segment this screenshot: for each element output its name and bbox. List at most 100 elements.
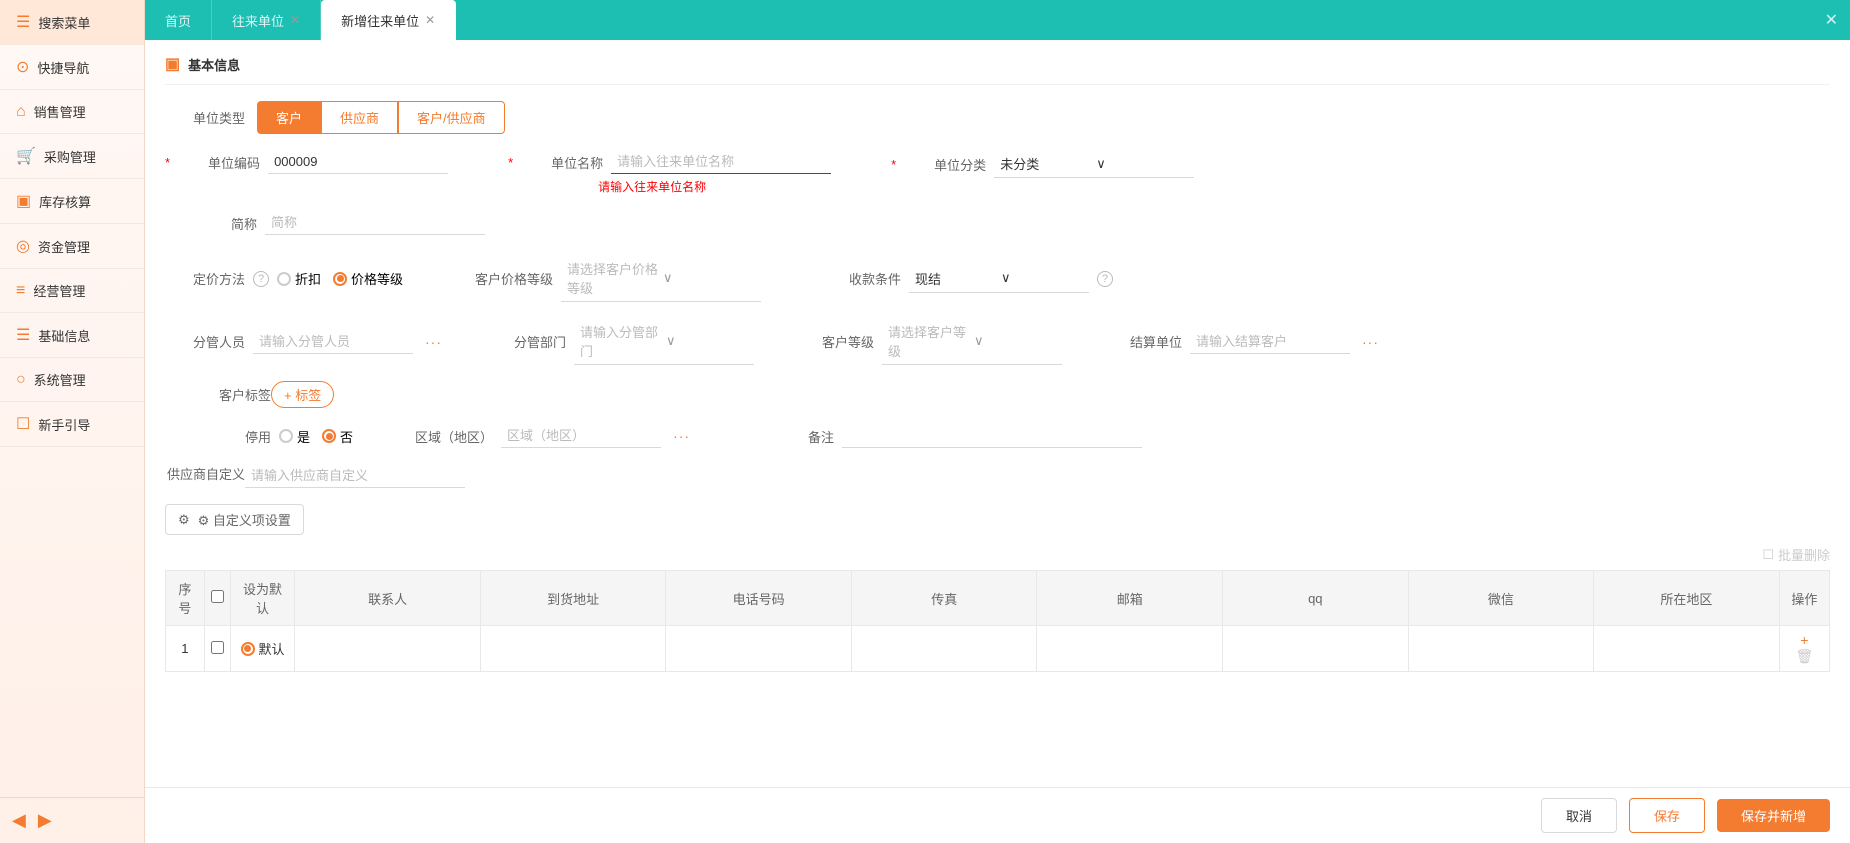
sidebar-item-basics[interactable]: ☰ 基础信息: [0, 313, 144, 358]
cancel-button[interactable]: 取消: [1541, 798, 1617, 833]
sidebar-collapse-icon[interactable]: ◀: [12, 810, 26, 831]
sidebar-item-label: 系统管理: [34, 370, 86, 389]
custom-settings-button[interactable]: ⚙ ⚙ 自定义项设置: [165, 504, 304, 535]
row-address-cell[interactable]: [480, 626, 666, 672]
tags-row: 客户标签 + 标签: [165, 381, 1830, 408]
row-checkbox[interactable]: [211, 641, 224, 654]
sidebar-item-label: 基础信息: [38, 326, 90, 345]
unit-name-input[interactable]: [611, 150, 831, 174]
radio-yes[interactable]: 是: [279, 427, 310, 446]
customer-level-label: 客户等级: [794, 332, 874, 351]
sidebar-item-label: 销售管理: [34, 102, 86, 121]
radio-discount[interactable]: 折扣: [277, 269, 321, 288]
tab-contacts[interactable]: 往来单位 ✕: [212, 0, 321, 40]
department-dropdown[interactable]: 请输入分管部门 ∨: [574, 318, 754, 365]
settlement-unit-label: 结算单位: [1102, 332, 1182, 351]
add-row-button[interactable]: +: [1798, 632, 1810, 648]
payment-terms-dropdown[interactable]: 现结 ∨: [909, 265, 1089, 293]
row-wechat-input[interactable]: [1415, 641, 1588, 656]
batch-delete-icon: ☐: [1762, 547, 1774, 563]
close-all-tabs[interactable]: ✕: [1825, 10, 1838, 30]
tab-bar: 首页 往来单位 ✕ 新增往来单位 ✕ ✕: [145, 0, 1850, 40]
sidebar-item-guide[interactable]: ☐ 新手引导: [0, 402, 144, 447]
save-button[interactable]: 保存: [1629, 798, 1705, 833]
row-contact-input[interactable]: [301, 641, 474, 656]
price-level-chevron-icon: ∨: [663, 270, 755, 286]
remark-input[interactable]: [842, 424, 1142, 448]
row-qq-input[interactable]: [1229, 641, 1402, 656]
row-default-radio[interactable]: 默认: [237, 639, 289, 658]
row-region-cell[interactable]: [1594, 626, 1780, 672]
select-all-checkbox[interactable]: [211, 590, 224, 603]
row-address-input[interactable]: [487, 641, 660, 656]
row-qq-cell[interactable]: [1223, 626, 1409, 672]
close-new-contact-tab[interactable]: ✕: [425, 13, 435, 27]
sidebar-item-inventory[interactable]: ▣ 库存核算: [0, 179, 144, 224]
sidebar-item-finance[interactable]: ◎ 资金管理: [0, 224, 144, 269]
action-bar: 取消 保存 保存并新增: [145, 787, 1850, 843]
col-index: 序号: [166, 571, 205, 626]
row-fax-input[interactable]: [858, 641, 1031, 656]
supplier-custom-input[interactable]: [245, 464, 465, 488]
region-more-btn[interactable]: ···: [669, 428, 694, 444]
remark-field: 备注: [754, 424, 1142, 448]
unit-code-input[interactable]: [268, 150, 448, 174]
radio-grade[interactable]: 价格等级: [333, 269, 403, 288]
customer-level-field: 客户等级 请选择客户等级 ∨: [794, 318, 1062, 365]
row-email-input[interactable]: [1043, 641, 1216, 656]
sidebar-item-operations[interactable]: ≡ 经营管理: [0, 269, 144, 313]
sidebar-item-purchase[interactable]: 🛒 采购管理: [0, 134, 144, 179]
sidebar-expand-icon[interactable]: ▶: [38, 810, 52, 831]
row-wechat-cell[interactable]: [1408, 626, 1594, 672]
tags-label: 客户标签: [191, 385, 271, 404]
sales-icon: ⌂: [16, 103, 26, 121]
batch-delete-button[interactable]: ☐ 批量删除: [1762, 545, 1830, 564]
disabled-label: 停用: [191, 427, 271, 446]
pricing-help-icon[interactable]: ?: [253, 271, 269, 287]
settlement-unit-input[interactable]: [1190, 330, 1350, 354]
close-contacts-tab[interactable]: ✕: [290, 13, 300, 27]
finance-icon: ◎: [16, 236, 30, 256]
customer-price-level-dropdown[interactable]: 请选择客户价格等级 ∨: [561, 255, 761, 302]
radio-discount-circle: [277, 272, 291, 286]
manager-input[interactable]: [253, 330, 413, 354]
unit-type-both[interactable]: 客户/供应商: [398, 101, 505, 134]
unit-code-field: * 单位编码: [165, 150, 448, 174]
row-actions-cell: + 🗑: [1779, 626, 1829, 672]
sidebar-item-quick-nav[interactable]: ⊙ 快捷导航: [0, 45, 144, 90]
save-and-new-button[interactable]: 保存并新增: [1717, 799, 1830, 832]
tab-home[interactable]: 首页: [145, 0, 212, 40]
manager-more-btn[interactable]: ···: [421, 334, 446, 350]
unit-category-label: 单位分类: [906, 155, 986, 174]
unit-type-group: 客户 供应商 客户/供应商: [257, 101, 505, 134]
radio-yes-circle: [279, 429, 293, 443]
pricing-row: 定价方法 ? 折扣 价格等级 客户价格等级 请选择客户价格等级: [165, 255, 1830, 302]
customer-level-dropdown[interactable]: 请选择客户等级 ∨: [882, 318, 1062, 365]
unit-code-label: 单位编码: [180, 153, 260, 172]
unit-type-customer[interactable]: 客户: [257, 101, 321, 134]
add-tag-button[interactable]: + 标签: [271, 381, 334, 408]
tab-new-contact[interactable]: 新增往来单位 ✕: [321, 0, 456, 40]
settlement-unit-more-btn[interactable]: ···: [1358, 334, 1383, 350]
search-icon: ☰: [16, 12, 30, 32]
row-default-radio-circle: [241, 642, 255, 656]
customer-price-level-field: 客户价格等级 请选择客户价格等级 ∨: [463, 255, 761, 302]
row-fax-cell[interactable]: [851, 626, 1037, 672]
row-phone-input[interactable]: [672, 641, 845, 656]
payment-terms-help-icon[interactable]: ?: [1097, 271, 1113, 287]
row-email-cell[interactable]: [1037, 626, 1223, 672]
row-contact-cell[interactable]: [295, 626, 481, 672]
unit-category-dropdown[interactable]: 未分类 ∨: [994, 150, 1194, 178]
sidebar-item-system[interactable]: ○ 系统管理: [0, 358, 144, 402]
delete-row-button[interactable]: 🗑: [1793, 648, 1815, 665]
home-icon: ⊙: [16, 57, 29, 77]
region-input[interactable]: [501, 424, 661, 448]
radio-no[interactable]: 否: [322, 427, 353, 446]
short-name-input[interactable]: [265, 211, 485, 235]
sidebar-item-sales[interactable]: ⌂ 销售管理: [0, 90, 144, 134]
col-region: 所在地区: [1594, 571, 1780, 626]
row-phone-cell[interactable]: [666, 626, 852, 672]
unit-type-supplier[interactable]: 供应商: [321, 101, 398, 134]
row-region-input[interactable]: [1600, 641, 1773, 656]
sidebar-item-search[interactable]: ☰ 搜索菜单: [0, 0, 144, 45]
